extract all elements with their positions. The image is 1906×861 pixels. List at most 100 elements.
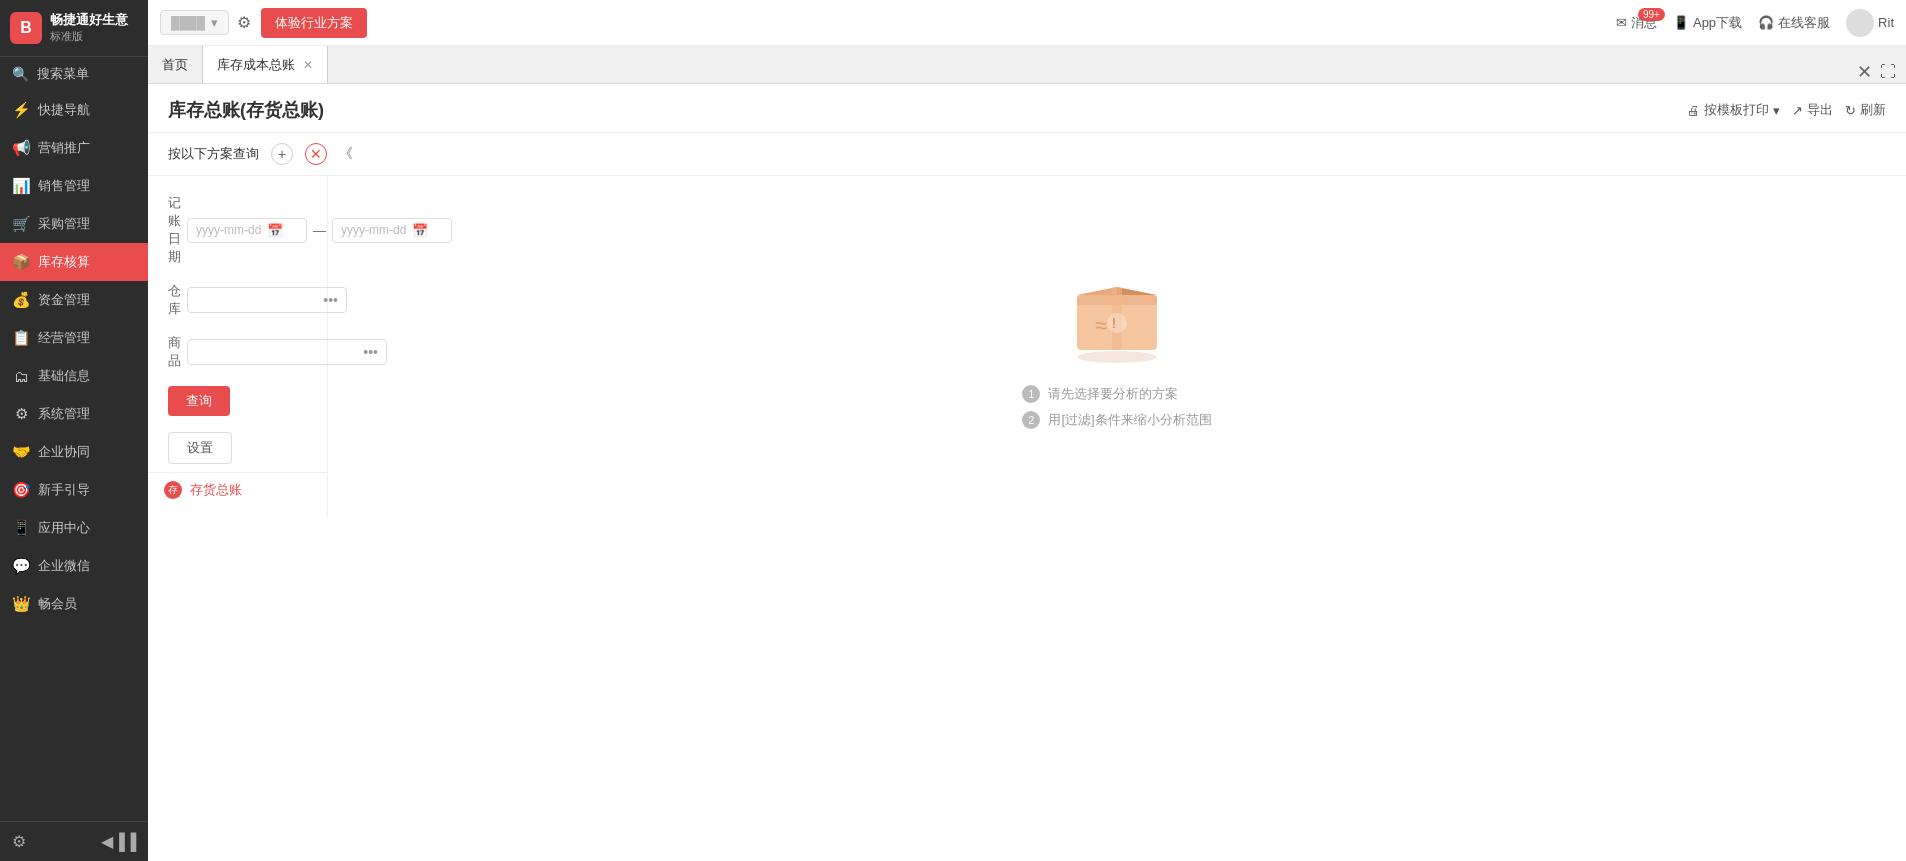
topbar-right: ✉ 消息 99+ 📱 App下载 🎧 在线客服 Rit (1616, 9, 1894, 37)
search-icon: 🔍 (12, 66, 29, 82)
sidebar-item-apps[interactable]: 📱 应用中心 (0, 509, 148, 547)
search-label: 搜索菜单 (37, 65, 89, 83)
sidebar-item-member[interactable]: 👑 畅会员 (0, 585, 148, 623)
svg-point-7 (1107, 313, 1127, 333)
export-label: 导出 (1807, 101, 1833, 119)
sidebar-item-operation[interactable]: 📋 经营管理 (0, 319, 148, 357)
sidebar-item-basic[interactable]: 🗂 基础信息 (0, 357, 148, 395)
apps-icon: 📱 (12, 519, 30, 537)
sidebar-item-purchase[interactable]: 🛒 采购管理 (0, 205, 148, 243)
logo-area: B 畅捷通好生意 标准版 (0, 0, 148, 57)
tip-num-2: 2 (1022, 411, 1040, 429)
scheme-item-inventory[interactable]: 存 存货总账 (148, 473, 327, 507)
online-service-button[interactable]: 🎧 在线客服 (1758, 14, 1830, 32)
app-download-button[interactable]: 📱 App下载 (1673, 14, 1742, 32)
sidebar-item-label: 销售管理 (38, 177, 90, 195)
sidebar-item-label: 资金管理 (38, 291, 90, 309)
sidebar-item-enterprise[interactable]: 🤝 企业协同 (0, 433, 148, 471)
app-label: App下载 (1693, 14, 1742, 32)
date-separator: — (313, 223, 326, 238)
speaker-footer-icon[interactable]: ◀▐▐ (101, 832, 136, 851)
logo-icon: B (10, 12, 42, 44)
content-area: 库存总账(存货总账) 🖨 按模板打印 ▾ ↗ 导出 ↻ 刷新 按以下方案查询 (148, 84, 1906, 861)
empty-box-svg: ≈ ! (1057, 265, 1177, 365)
tabs-bar: 首页 库存成本总账 ✕ ✕ ⛶ (148, 46, 1906, 84)
trial-button[interactable]: 体验行业方案 (261, 8, 367, 38)
scheme-row: 记账日期 yyyy-mm-dd 📅 — yyyy-mm-dd 📅 仓库 (148, 186, 327, 473)
sidebar-item-label: 企业协同 (38, 443, 90, 461)
print-chevron-icon: ▾ (1773, 103, 1780, 118)
query-button[interactable]: 查询 (168, 386, 230, 416)
sidebar-item-finance[interactable]: 💰 资金管理 (0, 281, 148, 319)
sidebar-item-sales[interactable]: 📊 销售管理 (0, 167, 148, 205)
sidebar-item-wechat[interactable]: 💬 企业微信 (0, 547, 148, 585)
empty-illustration: ≈ ! (1057, 265, 1177, 365)
tip-num-1: 1 (1022, 385, 1040, 403)
edition-label: 标准版 (50, 29, 128, 43)
sidebar-item-guide[interactable]: 🎯 新手引导 (0, 471, 148, 509)
tip-item-1: 1 请先选择要分析的方案 (1022, 385, 1211, 403)
collapse-filter-icon[interactable]: 《 (339, 145, 353, 163)
sidebar-footer: ⚙ ◀▐▐ (0, 821, 148, 861)
svg-marker-2 (1077, 287, 1117, 295)
tip-text-2: 用[过滤]条件来缩小分析范围 (1048, 411, 1211, 429)
filter-bar: 按以下方案查询 + ✕ 《 (148, 133, 1906, 176)
sidebar-item-label: 企业微信 (38, 557, 90, 575)
print-icon: 🖨 (1687, 103, 1700, 118)
clear-filter-button[interactable]: ✕ (305, 143, 327, 165)
export-icon: ↗ (1792, 103, 1803, 118)
goods-label: 商品 (168, 334, 181, 370)
system-icon: ⚙ (12, 405, 30, 423)
username-label: Rit (1878, 15, 1894, 30)
operation-icon: 📋 (12, 329, 30, 347)
empty-tips: 1 请先选择要分析的方案 2 用[过滤]条件来缩小分析范围 (1022, 385, 1211, 429)
settings-footer-icon[interactable]: ⚙ (12, 832, 26, 851)
filter-label: 按以下方案查询 (168, 145, 259, 163)
filter-left-panel: 记账日期 yyyy-mm-dd 📅 — yyyy-mm-dd 📅 仓库 (148, 176, 328, 517)
sidebar-item-label: 系统管理 (38, 405, 90, 423)
message-badge: 99+ (1638, 8, 1665, 21)
sidebar-item-label: 基础信息 (38, 367, 90, 385)
inventory-icon: 📦 (12, 253, 30, 271)
svg-text:≈: ≈ (1095, 313, 1107, 338)
expand-icon[interactable]: ⛶ (1880, 63, 1896, 81)
tab-home[interactable]: 首页 (148, 46, 203, 83)
add-filter-button[interactable]: + (271, 143, 293, 165)
search-menu[interactable]: 🔍 搜索菜单 (0, 57, 148, 91)
gear-icon[interactable]: ⚙ (237, 13, 251, 32)
warehouse-filter: 仓库 ••• (168, 282, 347, 318)
sidebar-item-label: 畅会员 (38, 595, 77, 613)
sidebar-item-quick-nav[interactable]: ⚡ 快捷导航 (0, 91, 148, 129)
chevron-down-icon: ▾ (211, 15, 218, 30)
date-start-input[interactable]: yyyy-mm-dd 📅 (187, 218, 307, 243)
topbar-breadcrumb[interactable]: ████ ▾ (160, 10, 229, 35)
close-panel-icon[interactable]: ✕ (1857, 61, 1872, 83)
basic-icon: 🗂 (12, 368, 30, 385)
sidebar-item-label: 新手引导 (38, 481, 90, 499)
tab-close-icon[interactable]: ✕ (303, 58, 313, 72)
print-button[interactable]: 🖨 按模板打印 ▾ (1687, 101, 1780, 119)
export-button[interactable]: ↗ 导出 (1792, 101, 1833, 119)
tip-text-1: 请先选择要分析的方案 (1048, 385, 1178, 403)
svg-text:!: ! (1112, 315, 1116, 331)
tip-item-2: 2 用[过滤]条件来缩小分析范围 (1022, 411, 1211, 429)
calendar-icon: 📅 (267, 223, 283, 238)
logo-text: 畅捷通好生意 标准版 (50, 12, 128, 43)
set-button[interactable]: 设置 (168, 432, 232, 464)
message-icon: ✉ (1616, 15, 1627, 30)
tab-inventory-cost[interactable]: 库存成本总账 ✕ (203, 46, 328, 83)
warehouse-select[interactable]: ••• (187, 287, 347, 313)
service-icon: 🎧 (1758, 15, 1774, 30)
message-button[interactable]: ✉ 消息 99+ (1616, 14, 1657, 32)
page-title: 库存总账(存货总账) (168, 98, 324, 122)
tab-home-label: 首页 (162, 56, 188, 74)
layout-row: 记账日期 yyyy-mm-dd 📅 — yyyy-mm-dd 📅 仓库 (148, 176, 1906, 517)
sidebar-item-system[interactable]: ⚙ 系统管理 (0, 395, 148, 433)
sidebar-item-inventory[interactable]: 📦 库存核算 (0, 243, 148, 281)
date-start-placeholder: yyyy-mm-dd (196, 223, 261, 237)
refresh-button[interactable]: ↻ 刷新 (1845, 101, 1886, 119)
user-menu[interactable]: Rit (1846, 9, 1894, 37)
sidebar-item-marketing[interactable]: 📢 营销推广 (0, 129, 148, 167)
finance-icon: 💰 (12, 291, 30, 309)
scheme-item-label: 存货总账 (190, 481, 242, 499)
